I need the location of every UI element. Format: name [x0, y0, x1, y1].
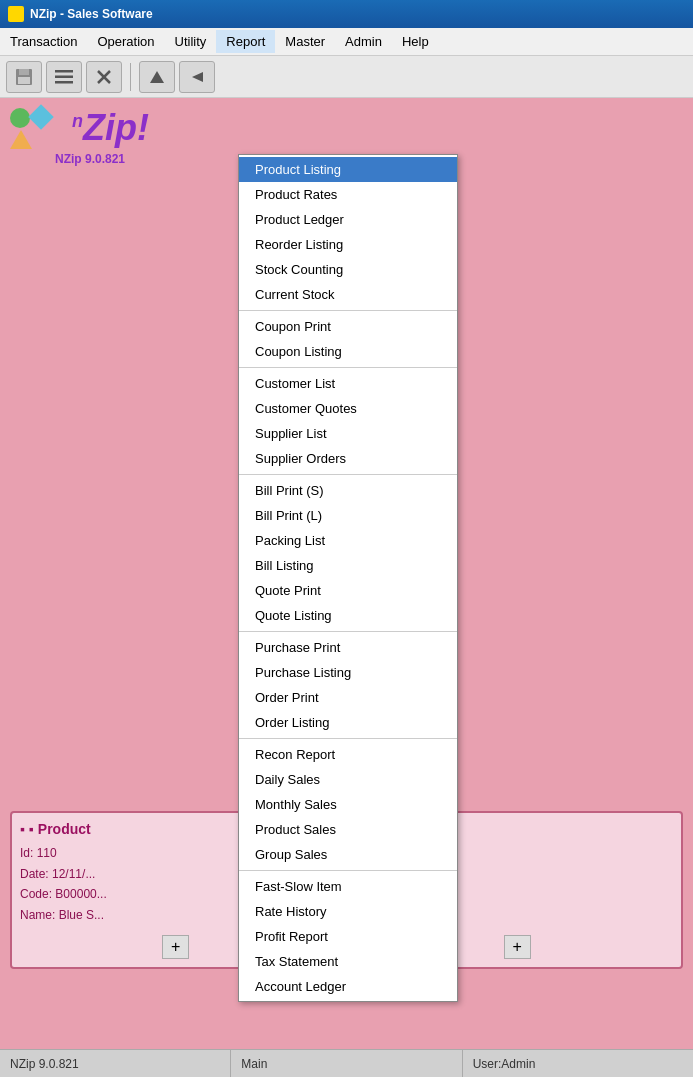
- status-version: NZip 9.0.821: [0, 1050, 231, 1077]
- dropdown-item-account-ledger[interactable]: Account Ledger: [239, 974, 457, 999]
- report-dropdown: Product ListingProduct RatesProduct Ledg…: [238, 154, 458, 1002]
- menu-utility[interactable]: Utility: [165, 30, 217, 53]
- svg-rect-5: [55, 75, 73, 78]
- dropdown-item-fast-slow-item[interactable]: Fast-Slow Item: [239, 874, 457, 899]
- status-section: Main: [231, 1050, 462, 1077]
- dropdown-item-group-sales[interactable]: Group Sales: [239, 842, 457, 867]
- dropdown-item-product-sales[interactable]: Product Sales: [239, 817, 457, 842]
- logo-shapes: nZip!: [10, 108, 170, 148]
- dropdown-item-product-ledger[interactable]: Product Ledger: [239, 207, 457, 232]
- dropdown-item-coupon-print[interactable]: Coupon Print: [239, 314, 457, 339]
- logo-subtext: NZip 9.0.821: [10, 152, 170, 166]
- dropdown-item-customer-quotes[interactable]: Customer Quotes: [239, 396, 457, 421]
- dropdown-item-order-print[interactable]: Order Print: [239, 685, 457, 710]
- status-bar: NZip 9.0.821 Main User:Admin: [0, 1049, 693, 1077]
- dropdown-item-daily-sales[interactable]: Daily Sales: [239, 767, 457, 792]
- menu-help[interactable]: Help: [392, 30, 439, 53]
- dropdown-item-purchase-print[interactable]: Purchase Print: [239, 635, 457, 660]
- dropdown-item-bill-print-s[interactable]: Bill Print (S): [239, 478, 457, 503]
- app-title: NZip - Sales Software: [30, 7, 153, 21]
- dropdown-item-packing-list[interactable]: Packing List: [239, 528, 457, 553]
- svg-marker-0: [10, 8, 22, 20]
- toolbar-separator-1: [130, 63, 131, 91]
- dropdown-item-supplier-orders[interactable]: Supplier Orders: [239, 446, 457, 471]
- dropdown-separator: [239, 367, 457, 368]
- dropdown-item-customer-list[interactable]: Customer List: [239, 371, 457, 396]
- product-card-icon: ▪ ▪: [20, 821, 34, 837]
- svg-marker-10: [192, 72, 203, 82]
- dropdown-separator: [239, 738, 457, 739]
- dropdown-item-stock-counting[interactable]: Stock Counting: [239, 257, 457, 282]
- dropdown-item-product-listing[interactable]: Product Listing: [239, 157, 457, 182]
- save-button[interactable]: [6, 61, 42, 93]
- dropdown-item-recon-report[interactable]: Recon Report: [239, 742, 457, 767]
- dropdown-item-quote-print[interactable]: Quote Print: [239, 578, 457, 603]
- svg-rect-2: [19, 69, 29, 75]
- svg-marker-9: [150, 71, 164, 83]
- logo-area: nZip! NZip 9.0.821: [10, 108, 170, 166]
- svg-rect-6: [55, 81, 73, 84]
- menu-transaction[interactable]: Transaction: [0, 30, 87, 53]
- main-content: nZip! NZip 9.0.821 ▪ ▪ Product Id: 110 D…: [0, 98, 693, 1049]
- menu-report[interactable]: Report: [216, 30, 275, 53]
- toolbar: [0, 56, 693, 98]
- up-button[interactable]: [139, 61, 175, 93]
- back-button[interactable]: [179, 61, 215, 93]
- menu-bar: Transaction Operation Utility Report Mas…: [0, 28, 693, 56]
- status-user: User:Admin: [463, 1050, 693, 1077]
- app-icon: [8, 6, 24, 22]
- dropdown-item-monthly-sales[interactable]: Monthly Sales: [239, 792, 457, 817]
- dropdown-item-supplier-list[interactable]: Supplier List: [239, 421, 457, 446]
- menu-master[interactable]: Master: [275, 30, 335, 53]
- dropdown-item-current-stock[interactable]: Current Stock: [239, 282, 457, 307]
- menu-operation[interactable]: Operation: [87, 30, 164, 53]
- logo-text: nZip!: [72, 110, 149, 146]
- coupon-add-button[interactable]: +: [504, 935, 531, 959]
- svg-rect-3: [18, 77, 30, 84]
- dropdown-item-tax-statement[interactable]: Tax Statement: [239, 949, 457, 974]
- dropdown-separator: [239, 310, 457, 311]
- dropdown-item-purchase-listing[interactable]: Purchase Listing: [239, 660, 457, 685]
- close-button[interactable]: [86, 61, 122, 93]
- dropdown-item-profit-report[interactable]: Profit Report: [239, 924, 457, 949]
- dropdown-item-reorder-listing[interactable]: Reorder Listing: [239, 232, 457, 257]
- dropdown-item-product-rates[interactable]: Product Rates: [239, 182, 457, 207]
- product-add-button[interactable]: +: [162, 935, 189, 959]
- dropdown-separator: [239, 870, 457, 871]
- svg-rect-4: [55, 70, 73, 73]
- dropdown-separator: [239, 631, 457, 632]
- dropdown-item-coupon-listing[interactable]: Coupon Listing: [239, 339, 457, 364]
- menu-admin[interactable]: Admin: [335, 30, 392, 53]
- title-bar: NZip - Sales Software: [0, 0, 693, 28]
- dropdown-item-order-listing[interactable]: Order Listing: [239, 710, 457, 735]
- dropdown-item-quote-listing[interactable]: Quote Listing: [239, 603, 457, 628]
- dropdown-separator: [239, 474, 457, 475]
- dropdown-item-rate-history[interactable]: Rate History: [239, 899, 457, 924]
- dropdown-item-bill-listing[interactable]: Bill Listing: [239, 553, 457, 578]
- menu-button[interactable]: [46, 61, 82, 93]
- dropdown-item-bill-print-l[interactable]: Bill Print (L): [239, 503, 457, 528]
